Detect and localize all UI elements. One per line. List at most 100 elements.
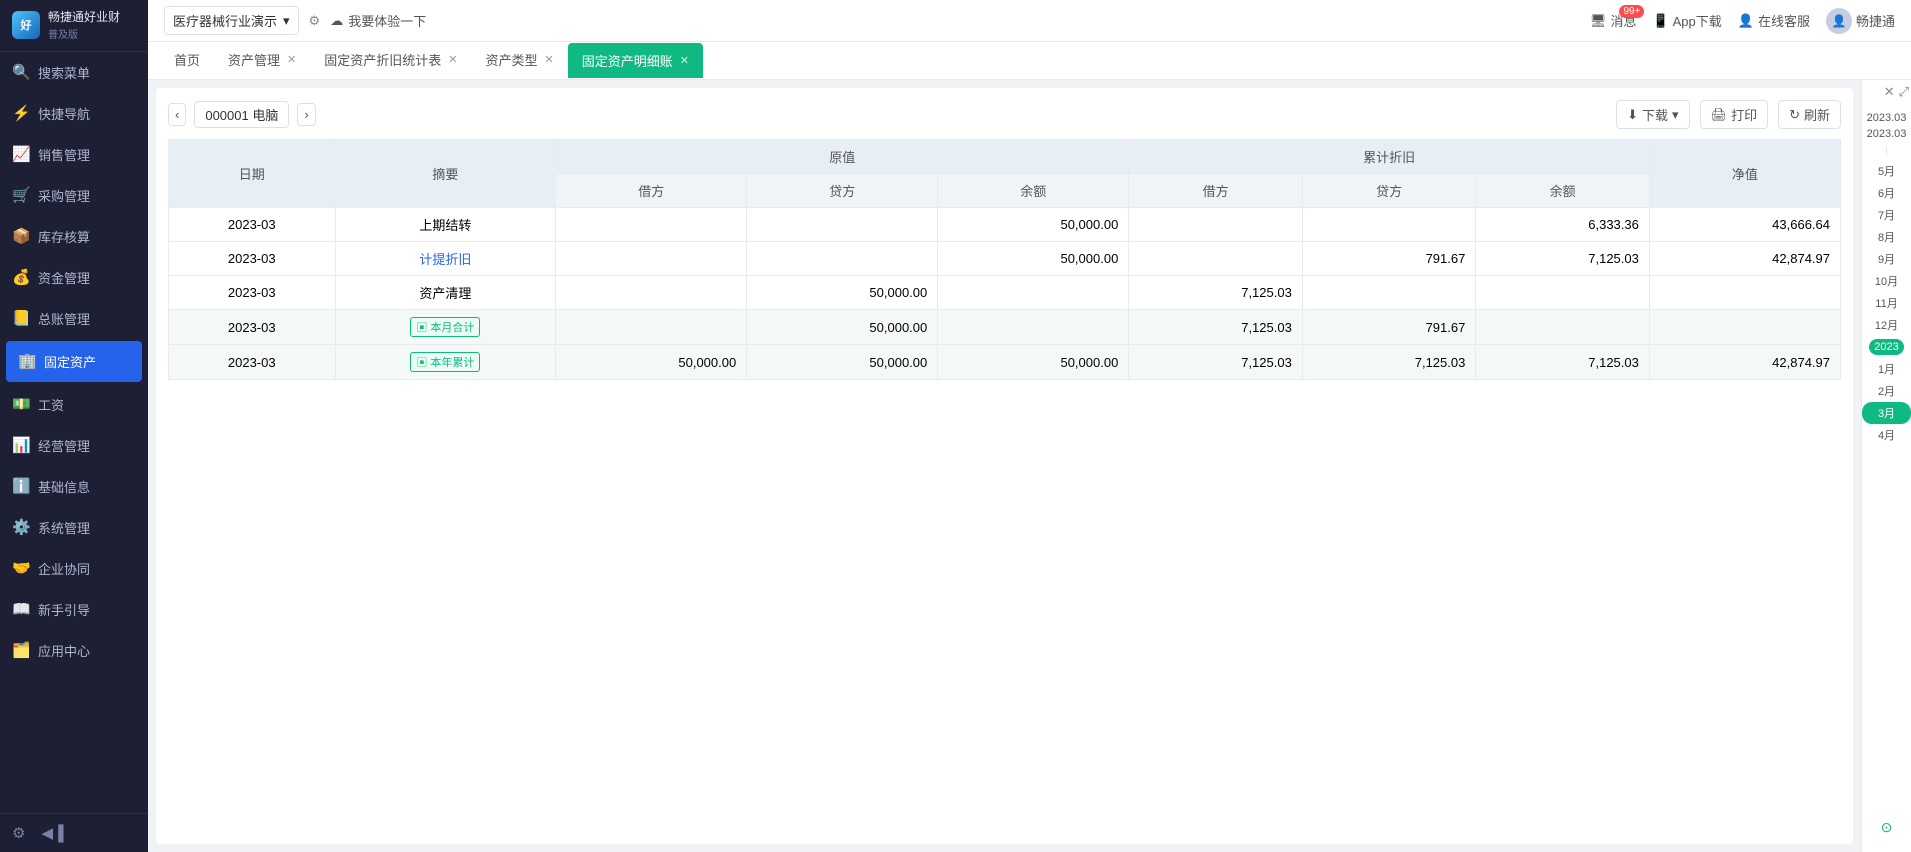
system-icon: ⚙️ [12, 518, 30, 536]
month-3[interactable]: 3月 [1862, 402, 1911, 424]
tab-asset-mgmt-close[interactable]: ✕ [287, 53, 296, 66]
col-dep-debit: 借方 [1129, 174, 1303, 208]
tab-depreciation-close[interactable]: ✕ [448, 53, 457, 66]
sidebar-item-sales[interactable]: 📈 销售管理 [0, 134, 148, 175]
row1-net-value: 43,666.64 [1649, 208, 1840, 242]
panel-expand-icon[interactable]: ⤢ [1899, 84, 1909, 100]
experience-button[interactable]: ☁ 我要体验一下 [330, 11, 426, 30]
tab-asset-detail[interactable]: 固定资产明细账 ✕ [568, 43, 703, 78]
search-icon: 🔍 [12, 63, 30, 81]
sidebar-label-inventory: 库存核算 [38, 227, 90, 246]
monthly-summary: ▣ 本月合计 [335, 310, 556, 345]
tab-depreciation-label: 固定资产折旧统计表 [324, 50, 441, 69]
user-profile[interactable]: 👤 畅捷通 [1826, 8, 1895, 34]
settings-gear-icon[interactable]: ⚙ [309, 13, 321, 29]
monthly-balance [938, 310, 1129, 345]
sidebar-label-system: 系统管理 [38, 518, 90, 537]
refresh-button[interactable]: ↻ 刷新 [1778, 100, 1841, 129]
tab-asset-mgmt[interactable]: 资产管理 ✕ [214, 42, 310, 79]
online-service-button[interactable]: 👤 在线客服 [1738, 11, 1810, 30]
company-selector[interactable]: 医疗器械行业演示 ▾ [164, 6, 299, 35]
tab-home-label: 首页 [174, 50, 200, 69]
service-icon: 👤 [1738, 13, 1754, 29]
month-6[interactable]: 6月 [1862, 182, 1911, 204]
year-badge[interactable]: 2023 [1869, 339, 1903, 355]
enterprise-icon: 🤝 [12, 559, 30, 577]
collapse-icon[interactable]: ◀▐ [41, 824, 63, 842]
row2-net-value: 42,874.97 [1649, 242, 1840, 276]
sidebar-item-enterprise[interactable]: 🤝 企业协同 [0, 548, 148, 589]
basic-info-icon: ℹ️ [12, 477, 30, 495]
header-left: 医疗器械行业演示 ▾ ⚙ ☁ 我要体验一下 [164, 6, 426, 35]
sidebar-item-operations[interactable]: 📊 经营管理 [0, 425, 148, 466]
sidebar-item-inventory[interactable]: 📦 库存核算 [0, 216, 148, 257]
month-7[interactable]: 7月 [1862, 204, 1911, 226]
settings-icon[interactable]: ⚙ [12, 824, 25, 842]
sidebar-item-purchase[interactable]: 🛒 采购管理 [0, 175, 148, 216]
monthly-credit: 50,000.00 [747, 310, 938, 345]
sidebar-item-fixed-assets[interactable]: 🏢 固定资产 [6, 341, 142, 382]
sidebar-item-search[interactable]: 🔍 搜索菜单 [0, 52, 148, 93]
monthly-badge: ▣ 本月合计 [410, 317, 480, 337]
month-5[interactable]: 5月 [1862, 160, 1911, 182]
panel-chevron-icon[interactable]: ⊙ [1881, 819, 1893, 836]
sidebar-item-system[interactable]: ⚙️ 系统管理 [0, 507, 148, 548]
panel-date-label2: 2023.03 [1867, 126, 1907, 142]
print-button[interactable]: 🖨 打印 [1700, 100, 1769, 129]
row3-net-value [1649, 276, 1840, 310]
logo-text-group: 畅捷通好业财 普及版 [48, 10, 120, 41]
col-original-value: 原值 [556, 140, 1129, 174]
row2-debit [556, 242, 747, 276]
table-row: 2023-03 资产清理 50,000.00 7,125.03 [169, 276, 1841, 310]
message-button[interactable]: 🖥 消息 99+ [1590, 11, 1637, 30]
sidebar-item-quick-nav[interactable]: ⚡ 快捷导航 [0, 93, 148, 134]
col-dep-credit: 贷方 [1302, 174, 1476, 208]
month-2[interactable]: 2月 [1862, 380, 1911, 402]
data-table: 日期 摘要 原值 累计折旧 净值 借方 贷方 余额 借方 贷方 余额 [168, 139, 1841, 380]
sidebar-label-guide: 新手引导 [38, 600, 90, 619]
prev-asset-button[interactable]: ‹ [168, 103, 186, 126]
app-download-button[interactable]: 📱 App下载 [1652, 11, 1721, 30]
download-button[interactable]: ⬇ 下载 ▾ [1616, 100, 1689, 129]
sidebar-item-app-center[interactable]: 🗂️ 应用中心 [0, 630, 148, 671]
month-4[interactable]: 4月 [1862, 424, 1911, 446]
tab-asset-type-close[interactable]: ✕ [545, 53, 554, 66]
row1-date: 2023-03 [169, 208, 336, 242]
yearly-date: 2023-03 [169, 345, 336, 380]
right-panel: ✕ ⤢ 2023.03 2023.03 5月 6月 7月 8月 9月 10月 1… [1861, 80, 1911, 852]
sidebar-item-salary[interactable]: 💵 工资 [0, 384, 148, 425]
sidebar-label-ledger: 总账管理 [38, 309, 90, 328]
month-12[interactable]: 12月 [1862, 314, 1911, 336]
col-dep-balance: 余额 [1476, 174, 1650, 208]
month-11[interactable]: 11月 [1862, 292, 1911, 314]
col-date: 日期 [169, 140, 336, 208]
sidebar: 好 畅捷通好业财 普及版 🔍 搜索菜单 ⚡ 快捷导航 📈 销售管理 🛒 采购管理… [0, 0, 148, 852]
download-icon: 📱 [1652, 13, 1668, 29]
tab-asset-detail-close[interactable]: ✕ [680, 54, 689, 67]
month-10[interactable]: 10月 [1862, 270, 1911, 292]
table-wrapper: 日期 摘要 原值 累计折旧 净值 借方 贷方 余额 借方 贷方 余额 [168, 139, 1841, 832]
sidebar-item-finance[interactable]: 💰 资金管理 [0, 257, 148, 298]
tab-asset-detail-label: 固定资产明细账 [582, 51, 673, 70]
top-header: 医疗器械行业演示 ▾ ⚙ ☁ 我要体验一下 🖥 消息 99+ 📱 App下载 👤… [148, 0, 1911, 42]
quick-nav-icon: ⚡ [12, 104, 30, 122]
table-row: 2023-03 计提折旧 50,000.00 791.67 7,125.03 4… [169, 242, 1841, 276]
sidebar-label-sales: 销售管理 [38, 145, 90, 164]
row1-summary: 上期结转 [335, 208, 556, 242]
month-9[interactable]: 9月 [1862, 248, 1911, 270]
tab-asset-type[interactable]: 资产类型 ✕ [471, 42, 567, 79]
tab-depreciation[interactable]: 固定资产折旧统计表 ✕ [310, 42, 471, 79]
month-1[interactable]: 1月 [1862, 358, 1911, 380]
ledger-icon: 📒 [12, 309, 30, 327]
sidebar-item-ledger[interactable]: 📒 总账管理 [0, 298, 148, 339]
row1-debit [556, 208, 747, 242]
next-asset-button[interactable]: › [297, 103, 315, 126]
asset-id-display: 000001 电脑 [194, 101, 289, 128]
month-8[interactable]: 8月 [1862, 226, 1911, 248]
message-badge: 99+ [1619, 5, 1644, 18]
tab-home[interactable]: 首页 [160, 42, 214, 79]
sidebar-item-basic-info[interactable]: ℹ️ 基础信息 [0, 466, 148, 507]
app-logo: 好 畅捷通好业财 普及版 [0, 0, 148, 52]
sidebar-item-guide[interactable]: 📖 新手引导 [0, 589, 148, 630]
panel-close-icon[interactable]: ✕ [1884, 84, 1895, 100]
